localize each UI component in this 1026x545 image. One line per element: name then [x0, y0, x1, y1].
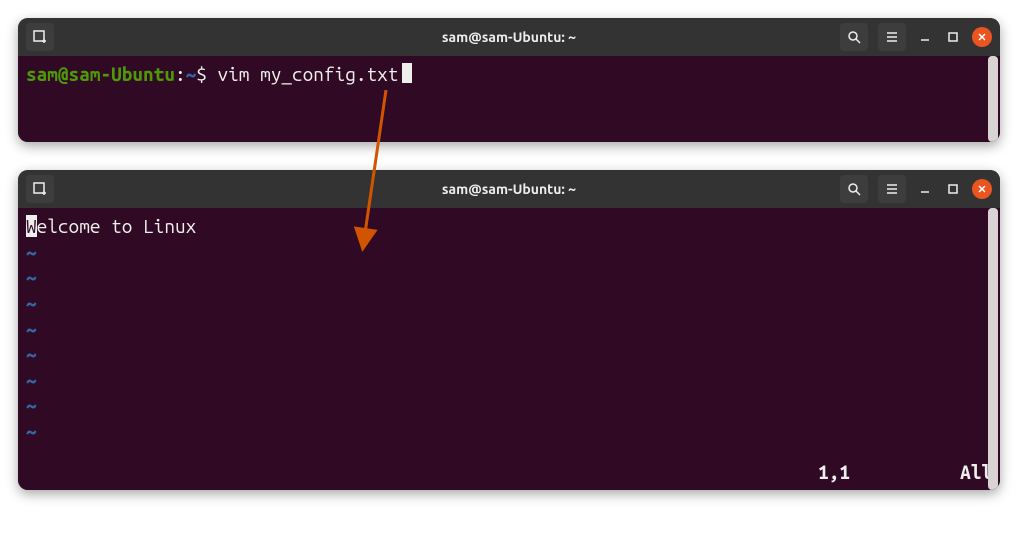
maximize-icon: [947, 183, 959, 195]
search-icon: [847, 182, 861, 196]
hamburger-icon: [885, 182, 899, 196]
vim-tilde-line: ~: [26, 240, 992, 266]
vim-tilde-line: ~: [26, 317, 992, 343]
titlebar: sam@sam-Ubuntu: ~: [18, 170, 1000, 208]
close-button[interactable]: [972, 27, 992, 47]
vim-tilde-line: ~: [26, 419, 992, 445]
cursor-block: [402, 63, 412, 83]
vim-tilde-line: ~: [26, 368, 992, 394]
menu-button[interactable]: [878, 23, 906, 51]
search-icon: [847, 30, 861, 44]
vim-status-bar: 1,1 All: [18, 460, 992, 486]
vim-tilde-line: ~: [26, 291, 992, 317]
search-button[interactable]: [840, 23, 868, 51]
scrollbar[interactable]: [988, 56, 998, 142]
vim-content-line: Welcome to Linux: [26, 214, 992, 240]
minimize-icon: [919, 31, 931, 43]
maximize-icon: [947, 31, 959, 43]
close-button[interactable]: [972, 179, 992, 199]
new-tab-button[interactable]: [26, 175, 54, 203]
vim-content-rest: elcome to Linux: [37, 215, 197, 237]
search-button[interactable]: [840, 175, 868, 203]
new-tab-button[interactable]: [26, 23, 54, 51]
close-icon: [977, 184, 987, 194]
minimize-button[interactable]: [916, 28, 934, 46]
close-icon: [977, 32, 987, 42]
minimize-icon: [919, 183, 931, 195]
vim-tilde-line: ~: [26, 265, 992, 291]
prompt-dollar: $: [196, 63, 207, 85]
hamburger-icon: [885, 30, 899, 44]
new-tab-icon: [33, 182, 47, 196]
terminal-window-1: sam@sam-Ubuntu: ~ sam@sam: [18, 18, 1000, 142]
maximize-button[interactable]: [944, 28, 962, 46]
titlebar: sam@sam-Ubuntu: ~: [18, 18, 1000, 56]
prompt-path: ~: [186, 63, 197, 85]
minimize-button[interactable]: [916, 180, 934, 198]
maximize-button[interactable]: [944, 180, 962, 198]
scrollbar[interactable]: [988, 208, 998, 490]
new-tab-icon: [33, 30, 47, 44]
prompt-userhost: sam@sam-Ubuntu: [26, 63, 175, 85]
terminal-body[interactable]: sam@sam-Ubuntu:~$ vim my_config.txt: [18, 56, 1000, 142]
command-text: vim my_config.txt: [218, 63, 399, 85]
vim-tilde-line: ~: [26, 393, 992, 419]
menu-button[interactable]: [878, 175, 906, 203]
terminal-window-2: sam@sam-Ubuntu: ~ Welcome: [18, 170, 1000, 490]
terminal-body[interactable]: Welcome to Linux ~ ~ ~ ~ ~ ~ ~ ~ 1,1 All: [18, 208, 1000, 490]
vim-cursor-position: 1,1: [818, 460, 850, 486]
vim-tilde-line: ~: [26, 342, 992, 368]
prompt-colon: :: [175, 63, 186, 85]
vim-cursor-char: W: [26, 215, 37, 237]
